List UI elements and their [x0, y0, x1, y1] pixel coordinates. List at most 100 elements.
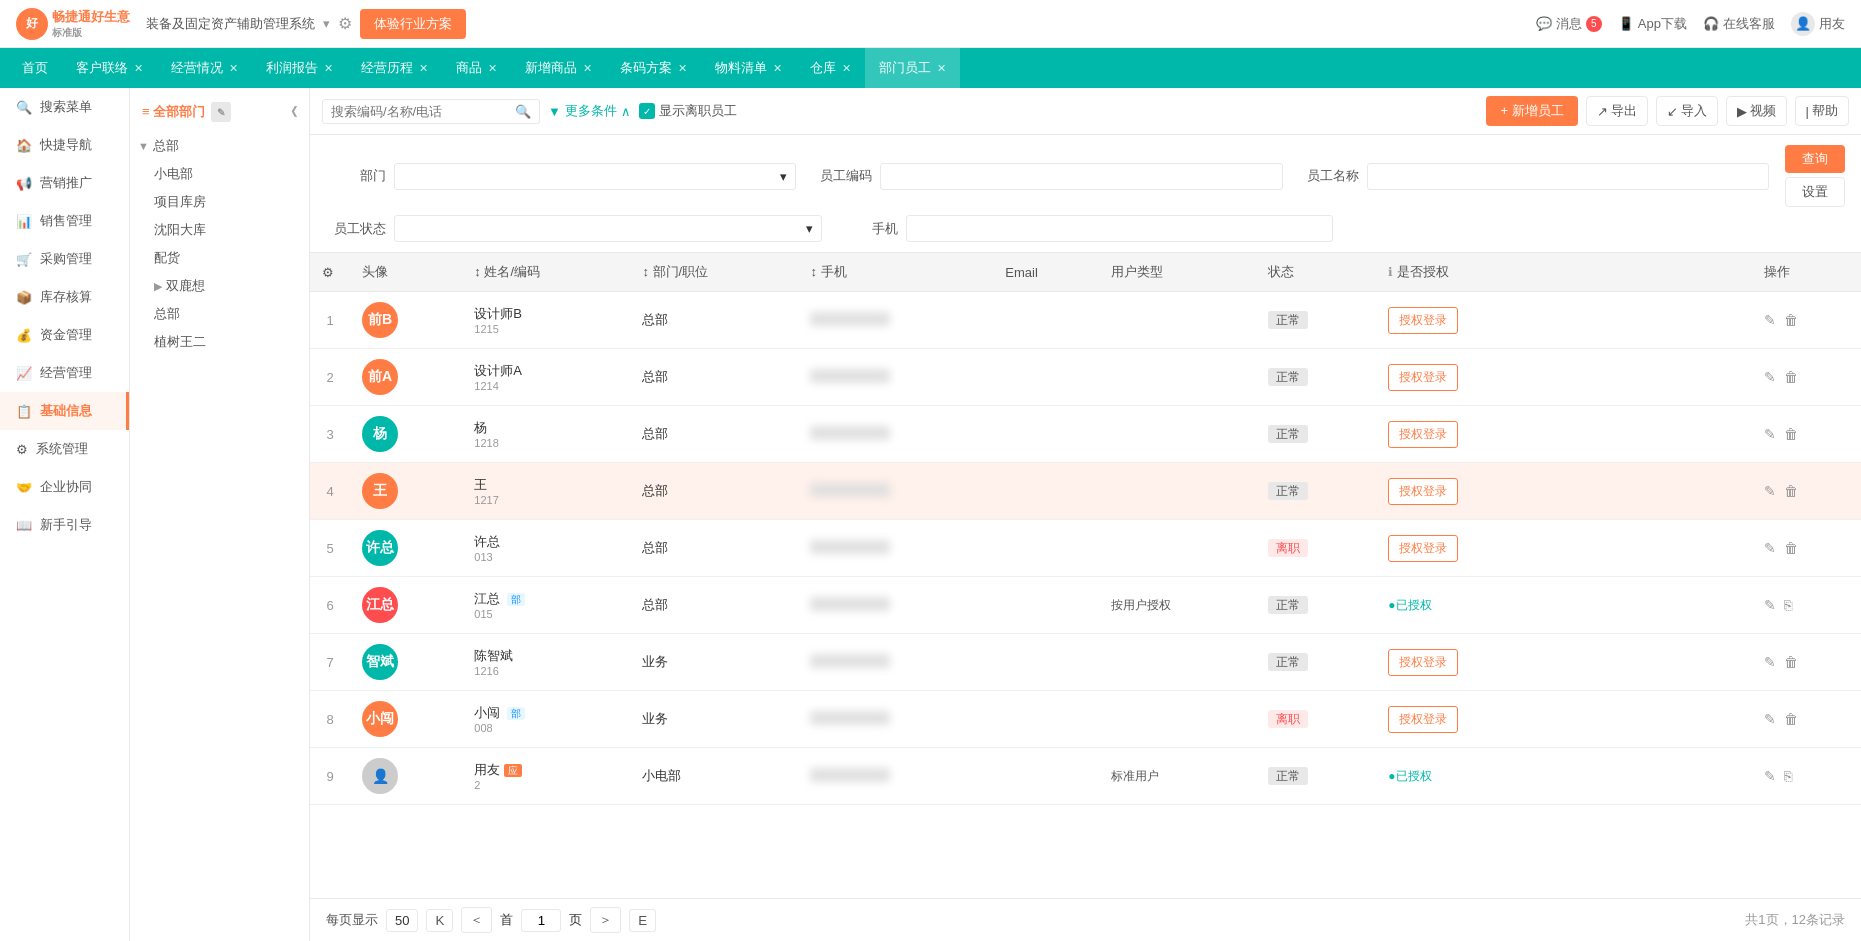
delete-icon[interactable]: 🗑 [1784, 312, 1798, 328]
tab-profit[interactable]: 利润报告 ✕ [252, 48, 347, 88]
dept-node-root[interactable]: ▼总部 [130, 132, 309, 160]
auth-button[interactable]: 授权登录 [1388, 364, 1458, 391]
close-icon[interactable]: ✕ [324, 62, 333, 75]
col-phone[interactable]: ↕ 手机 [798, 253, 993, 292]
help-button[interactable]: |帮助 [1795, 96, 1849, 126]
next-page-button[interactable]: ＞ [590, 907, 621, 933]
tab-warehouse[interactable]: 仓库 ✕ [796, 48, 865, 88]
sidebar-item-finance[interactable]: 💰 资金管理 [0, 316, 129, 354]
col-name[interactable]: ↕ 姓名/编码 [462, 253, 630, 292]
tab-bom[interactable]: 物料清单 ✕ [701, 48, 796, 88]
tab-customer[interactable]: 客户联络 ✕ [62, 48, 157, 88]
auth-button[interactable]: 授权登录 [1388, 421, 1458, 448]
sidebar-item-sales[interactable]: 📊 销售管理 [0, 202, 129, 240]
delete-icon[interactable]: 🗑 [1784, 483, 1798, 499]
sidebar-item-system[interactable]: ⚙ 系统管理 [0, 430, 129, 468]
edit-icon[interactable]: ✎ [1764, 369, 1776, 385]
delete-icon[interactable]: 🗑 [1784, 426, 1798, 442]
add-employee-button[interactable]: + 新增员工 [1486, 96, 1577, 126]
dept-select[interactable]: ▾ [394, 163, 796, 190]
collapse-icon[interactable]: 《 [285, 104, 297, 121]
sidebar-item-purchase[interactable]: 🛒 采购管理 [0, 240, 129, 278]
phone-input[interactable] [906, 215, 1334, 242]
edit-icon[interactable]: ✎ [1764, 312, 1776, 328]
sidebar-item-nav[interactable]: 🏠 快捷导航 [0, 126, 129, 164]
edit-icon[interactable]: ✎ [1764, 426, 1776, 442]
dept-node-shenyang[interactable]: 沈阳大库 [130, 216, 309, 244]
dept-node-xiaodian[interactable]: 小电部 [130, 160, 309, 188]
trial-button[interactable]: 体验行业方案 [360, 9, 466, 39]
close-icon[interactable]: ✕ [773, 62, 782, 75]
delete-icon[interactable]: 🗑 [1784, 711, 1798, 727]
page-input[interactable] [521, 909, 561, 932]
close-icon[interactable]: ✕ [229, 62, 238, 75]
emp-status-select[interactable]: ▾ [394, 215, 822, 242]
sidebar-item-collab[interactable]: 🤝 企业协同 [0, 468, 129, 506]
last-page-button[interactable]: E [629, 909, 656, 932]
delete-icon[interactable]: 🗑 [1784, 369, 1798, 385]
import-button[interactable]: ↙导入 [1656, 96, 1718, 126]
edit-icon[interactable]: ✎ [1764, 483, 1776, 499]
edit-icon[interactable]: ✎ [1764, 540, 1776, 556]
edit-icon[interactable]: ✎ [1764, 768, 1776, 784]
per-page-select[interactable]: 50 [386, 909, 418, 932]
copy-icon[interactable]: ⎘ [1784, 597, 1792, 613]
delete-icon[interactable]: 🗑 [1784, 540, 1798, 556]
sidebar-item-marketing[interactable]: 📢 营销推广 [0, 164, 129, 202]
tab-operation[interactable]: 经营情况 ✕ [157, 48, 252, 88]
dept-node-project[interactable]: 项目库房 [130, 188, 309, 216]
user-menu[interactable]: 👤 用友 [1791, 12, 1845, 36]
tab-history[interactable]: 经营历程 ✕ [347, 48, 442, 88]
tab-home[interactable]: 首页 [8, 48, 62, 88]
sidebar-item-search[interactable]: 🔍 搜索菜单 [0, 88, 129, 126]
close-icon[interactable]: ✕ [842, 62, 851, 75]
emp-code-input[interactable] [880, 163, 1282, 190]
auth-button[interactable]: 授权登录 [1388, 535, 1458, 562]
tab-product[interactable]: 商品 ✕ [442, 48, 511, 88]
show-resigned-toggle[interactable]: ✓ 显示离职员工 [639, 102, 737, 120]
search-input[interactable] [331, 104, 511, 119]
auth-button[interactable]: 授权登录 [1388, 478, 1458, 505]
setting-button[interactable]: 设置 [1785, 177, 1845, 207]
dept-node-shuanglu[interactable]: ▶双鹿想 [130, 272, 309, 300]
close-icon[interactable]: ✕ [678, 62, 687, 75]
delete-icon[interactable]: 🗑 [1784, 654, 1798, 670]
dept-node-peihuo[interactable]: 配货 [130, 244, 309, 272]
close-icon[interactable]: ✕ [583, 62, 592, 75]
sidebar-item-guide[interactable]: 📖 新手引导 [0, 506, 129, 544]
sidebar-item-inventory[interactable]: 📦 库存核算 [0, 278, 129, 316]
filter-more-button[interactable]: ▼ 更多条件 ∧ [548, 102, 631, 120]
message-button[interactable]: 💬 消息 5 [1536, 15, 1602, 33]
topbar-arrow-icon[interactable]: ▾ [323, 16, 330, 31]
close-icon[interactable]: ✕ [488, 62, 497, 75]
edit-icon[interactable]: ✎ [1764, 654, 1776, 670]
close-icon[interactable]: ✕ [134, 62, 143, 75]
close-icon[interactable]: ✕ [937, 62, 946, 75]
first-page-button[interactable]: K [426, 909, 453, 932]
tab-new-product[interactable]: 新增商品 ✕ [511, 48, 606, 88]
close-icon[interactable]: ✕ [419, 62, 428, 75]
gear-icon[interactable]: ⚙ [338, 14, 352, 33]
dept-edit-icon[interactable]: ✎ [211, 102, 231, 122]
dept-node-zongbu[interactable]: 总部 [130, 300, 309, 328]
dept-node-zhishu[interactable]: 植树王二 [130, 328, 309, 356]
copy-icon[interactable]: ⎘ [1784, 768, 1792, 784]
export-button[interactable]: ↗导出 [1586, 96, 1648, 126]
emp-name-input[interactable] [1367, 163, 1769, 190]
auth-button[interactable]: 授权登录 [1388, 649, 1458, 676]
view-button[interactable]: ▶视频 [1726, 96, 1787, 126]
tab-barcode[interactable]: 条码方案 ✕ [606, 48, 701, 88]
edit-icon[interactable]: ✎ [1764, 711, 1776, 727]
tab-employee[interactable]: 部门员工 ✕ [865, 48, 960, 88]
prev-page-button[interactable]: ＜ [461, 907, 492, 933]
sidebar-item-operation[interactable]: 📈 经营管理 [0, 354, 129, 392]
col-settings[interactable]: ⚙ [310, 253, 350, 292]
auth-button[interactable]: 授权登录 [1388, 307, 1458, 334]
app-download-button[interactable]: 📱 App下载 [1618, 15, 1687, 33]
query-button[interactable]: 查询 [1785, 145, 1845, 173]
auth-button[interactable]: 授权登录 [1388, 706, 1458, 733]
sidebar-item-basic[interactable]: 📋 基础信息 [0, 392, 129, 430]
edit-icon[interactable]: ✎ [1764, 597, 1776, 613]
online-service-button[interactable]: 🎧 在线客服 [1703, 15, 1775, 33]
col-dept[interactable]: ↕ 部门/职位 [630, 253, 798, 292]
